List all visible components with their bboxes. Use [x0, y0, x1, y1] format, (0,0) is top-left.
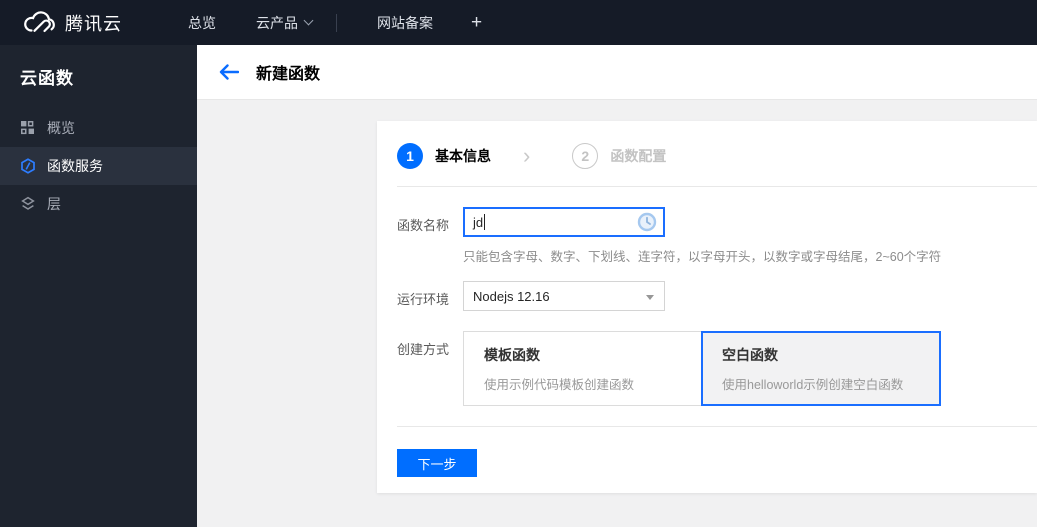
option-description: 使用helloworld示例创建空白函数	[722, 378, 904, 392]
text-caret	[484, 214, 486, 230]
creation-method-label: 创建方式	[397, 342, 450, 357]
caret-down-icon	[646, 295, 654, 300]
sidebar-item-label: 函数服务	[47, 158, 103, 174]
function-name-input[interactable]: jd	[463, 207, 665, 237]
next-step-button[interactable]: 下一步	[397, 449, 477, 477]
cloud-logo-icon	[21, 10, 56, 35]
option-description: 使用示例代码模板创建函数	[484, 378, 635, 392]
option-title: 模板函数	[484, 347, 540, 363]
step-number-badge: 1	[397, 143, 423, 169]
sidebar-item-function-service[interactable]: 函数服务	[0, 147, 197, 185]
function-name-label: 函数名称	[397, 218, 450, 233]
page-header: 新建函数	[197, 45, 1037, 100]
scf-hexagon-icon	[20, 158, 36, 174]
nav-item-icp-filing[interactable]: 网站备案	[377, 13, 433, 33]
add-nav-tab-button[interactable]: +	[471, 12, 482, 34]
wizard-step-basic-info: 1 基本信息	[397, 143, 491, 169]
tencent-cloud-logo[interactable]: 腾讯云	[21, 10, 122, 36]
layers-icon	[20, 196, 36, 212]
form-row-function-name: 函数名称 jd 只能包含字母、数字、下划线、连字符，以字母开头，以数字或字母结尾…	[397, 207, 1037, 265]
sidebar-item-label: 概览	[47, 120, 75, 136]
wizard-steps: 1 基本信息 › 2 函数配置	[397, 143, 1037, 169]
form-row-creation-method: 创建方式 模板函数 使用示例代码模板创建函数 空白函数 使用helloworld…	[397, 331, 1037, 406]
sidebar-item-overview[interactable]: 概览	[0, 109, 197, 147]
brand-name: 腾讯云	[65, 13, 122, 34]
runtime-selected-value: Nodejs 12.16	[473, 288, 550, 304]
create-function-card: 1 基本信息 › 2 函数配置 函数名称 jd 只能包含字母、数字、下划线、连字…	[377, 121, 1037, 493]
arrow-left-icon	[219, 64, 239, 80]
nav-item-overview[interactable]: 总览	[188, 13, 216, 33]
back-button[interactable]	[219, 64, 239, 80]
grid-icon	[20, 120, 36, 136]
option-title: 空白函数	[722, 347, 778, 363]
content-area: 1 基本信息 › 2 函数配置 函数名称 jd 只能包含字母、数字、下划线、连字…	[197, 101, 1037, 527]
clock-icon[interactable]	[637, 212, 657, 237]
top-navbar: 腾讯云 总览 云产品 网站备案 +	[0, 0, 1037, 45]
form-row-runtime: 运行环境 Nodejs 12.16	[397, 281, 1037, 311]
step-label: 基本信息	[435, 148, 491, 164]
step-number-badge: 2	[572, 143, 599, 169]
sidebar-item-layers[interactable]: 层	[0, 185, 197, 223]
nav-item-cloud-products[interactable]: 云产品	[256, 13, 314, 33]
top-nav-menu: 总览 云产品 网站备案 +	[148, 12, 482, 34]
option-card-template-function[interactable]: 模板函数 使用示例代码模板创建函数	[463, 331, 701, 406]
wizard-step-function-config: 2 函数配置	[572, 143, 666, 169]
sidebar-product-title: 云函数	[20, 69, 74, 88]
chevron-down-icon	[303, 15, 314, 26]
function-name-value: jd	[473, 214, 484, 230]
sidebar-menu: 概览 函数服务 层	[0, 109, 197, 223]
basic-info-form: 函数名称 jd 只能包含字母、数字、下划线、连字符，以字母开头，以数字或字母结尾…	[377, 187, 1037, 406]
sidebar-item-label: 层	[47, 196, 61, 212]
creation-method-options: 模板函数 使用示例代码模板创建函数 空白函数 使用helloworld示例创建空…	[463, 331, 941, 406]
sidebar: 云函数 概览 函数服务 层	[0, 45, 197, 527]
step-label: 函数配置	[610, 148, 667, 164]
page-title: 新建函数	[256, 66, 321, 83]
step-separator-chevron-icon: ›	[523, 143, 531, 168]
footer-divider	[397, 426, 1037, 427]
option-card-blank-function[interactable]: 空白函数 使用helloworld示例创建空白函数	[701, 331, 941, 406]
runtime-select[interactable]: Nodejs 12.16	[463, 281, 665, 311]
runtime-label: 运行环境	[397, 292, 450, 307]
nav-divider	[336, 13, 337, 32]
function-name-hint: 只能包含字母、数字、下划线、连字符，以字母开头，以数字或字母结尾，2~60个字符	[463, 250, 942, 264]
